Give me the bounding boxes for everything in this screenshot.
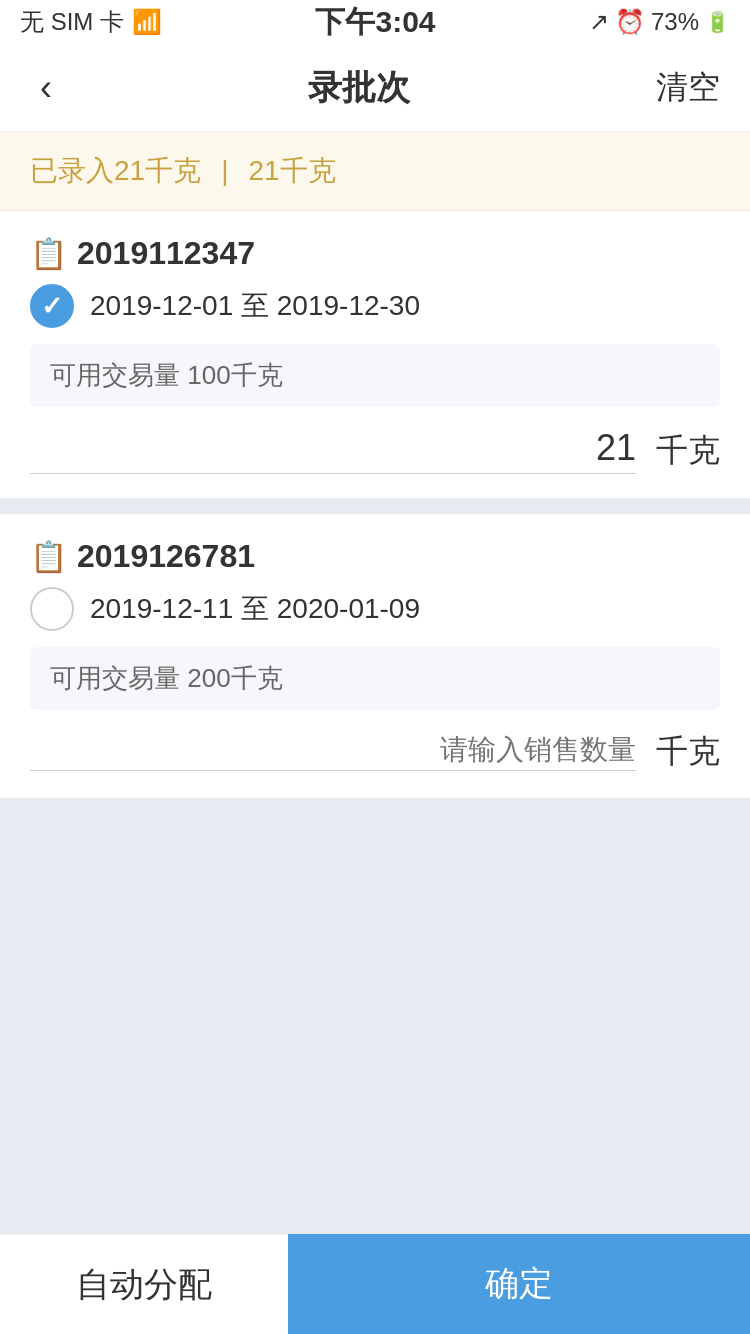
section-divider-1 [0,498,750,514]
page-title: 录批次 [308,65,410,111]
status-bar: 无 SIM 卡 📶 下午3:04 ↗ ⏰ 73% 🔋 [0,0,750,44]
summary-label: 已录入21千克 [30,152,201,190]
back-button[interactable]: ‹ [30,57,62,119]
carrier-text: 无 SIM 卡 [20,6,124,38]
batch-2-checkbox[interactable] [30,587,74,631]
batch-2-available: 可用交易量 200千克 [30,647,720,710]
auto-distribute-button[interactable]: 自动分配 [0,1234,288,1334]
batch-2-date-row: 2019-12-11 至 2020-01-09 [30,587,720,631]
summary-bar: 已录入21千克 | 21千克 [0,132,750,211]
status-time: 下午3:04 [315,2,435,43]
batch-1-quantity: 21 [596,427,636,469]
location-icon: ↗ [589,8,609,36]
alarm-icon: ⏰ [615,8,645,36]
batch-1-date: 2019-12-01 至 2019-12-30 [90,287,420,325]
batch-1-icon: 📋 [30,236,67,271]
batch-item-2: 📋 2019126781 2019-12-11 至 2020-01-09 可用交… [0,514,750,710]
bottom-bar: 自动分配 确定 [0,1234,750,1334]
batch-2-header: 📋 2019126781 [30,538,720,575]
batch-1-header: 📋 2019112347 [30,235,720,272]
batch-1-unit: 千克 [656,429,720,473]
wifi-icon: 📶 [132,8,162,36]
batch-2-date: 2019-12-11 至 2020-01-09 [90,590,420,628]
batch-item-1: 📋 2019112347 2019-12-01 至 2019-12-30 可用交… [0,211,750,407]
section-divider-2 [0,798,750,814]
batch-1-underline: 21 [30,427,636,474]
batch-2-qty-input[interactable] [30,734,636,766]
nav-bar: ‹ 录批次 清空 [0,44,750,132]
batch-1-id: 2019112347 [77,235,255,272]
batch-2-id: 2019126781 [77,538,255,575]
empty-area [0,814,750,1294]
batch-1-date-row: 2019-12-01 至 2019-12-30 [30,284,720,328]
clear-button[interactable]: 清空 [656,66,720,110]
battery-icon: 🔋 [705,10,730,34]
batch-2-icon: 📋 [30,539,67,574]
summary-value: 21千克 [248,152,335,190]
confirm-button[interactable]: 确定 [288,1234,750,1334]
status-left: 无 SIM 卡 📶 [20,6,162,38]
batch-1-checkbox[interactable] [30,284,74,328]
batch-1-available: 可用交易量 100千克 [30,344,720,407]
batch-2-unit: 千克 [656,730,720,774]
batch-2-underline [30,734,636,771]
status-right: ↗ ⏰ 73% 🔋 [589,8,730,36]
battery-text: 73% [651,8,699,36]
batch-2-qty-row: 千克 [0,710,750,798]
summary-divider: | [221,155,228,187]
batch-1-qty-row: 21 千克 [0,407,750,498]
